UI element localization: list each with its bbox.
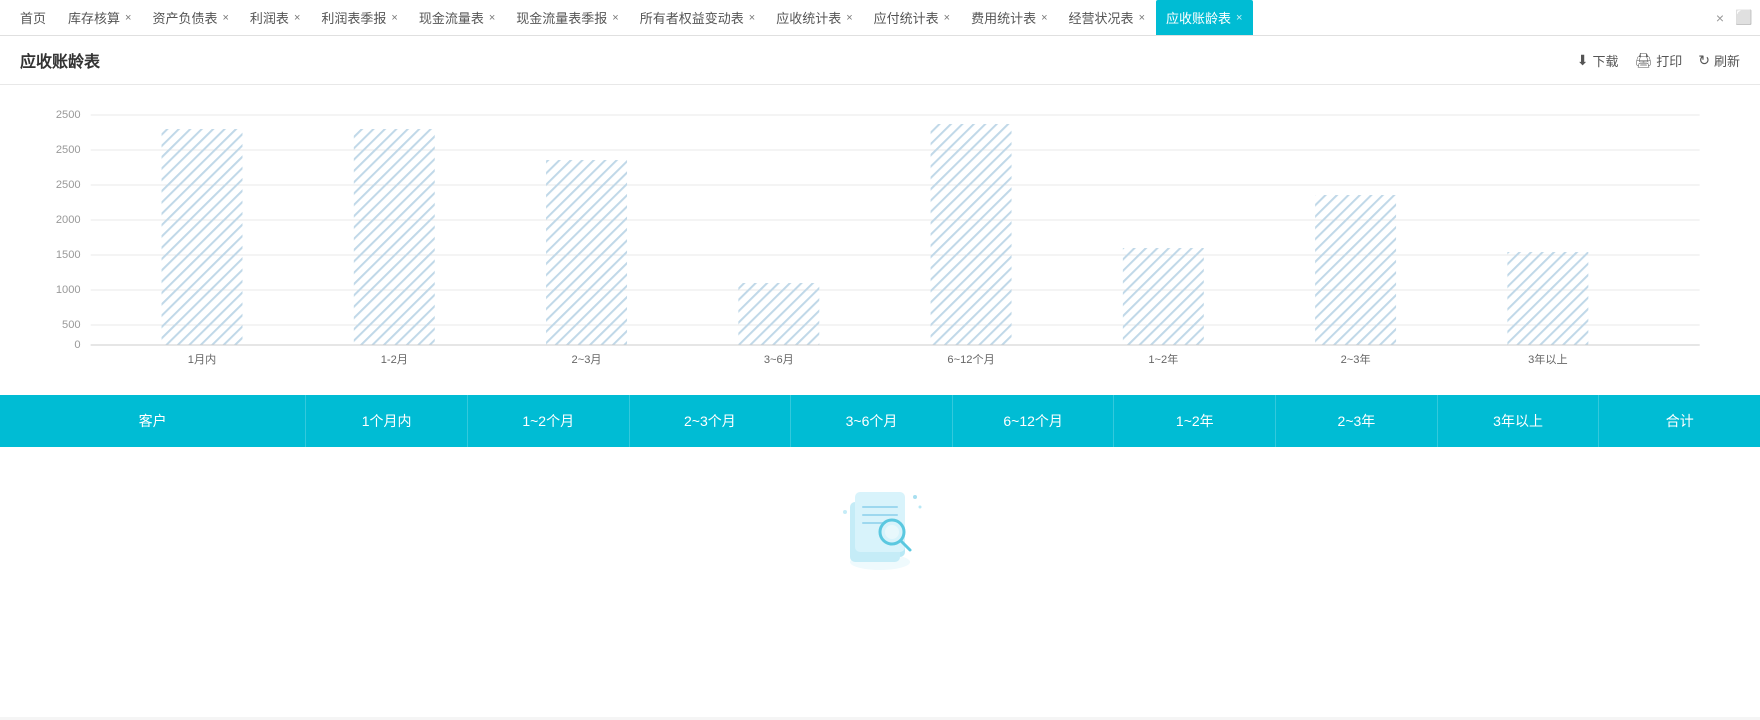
empty-state [830, 477, 930, 580]
tab-close-receivable-stat[interactable]: × [846, 12, 852, 24]
svg-text:3年以上: 3年以上 [1528, 352, 1568, 366]
tab-close-expense-stat[interactable]: × [1041, 12, 1047, 24]
tab-profit-quarterly[interactable]: 利润表季报 × [311, 0, 408, 36]
svg-text:500: 500 [62, 319, 81, 331]
svg-text:2500: 2500 [56, 144, 81, 156]
svg-text:2500: 2500 [56, 109, 81, 121]
print-icon: 🖨 [1634, 52, 1652, 69]
tab-equity[interactable]: 所有者权益变动表 × [630, 0, 766, 36]
bar-3-6月 [738, 283, 819, 345]
bar-1月内 [162, 129, 243, 345]
header-actions: ⬇ 下载 🖨 打印 ↻ 刷新 [1577, 51, 1740, 70]
tab-close-balance[interactable]: × [222, 12, 228, 24]
bar-1-2月 [354, 129, 435, 345]
empty-icon [830, 477, 930, 577]
th-total: 合计 [1599, 395, 1760, 447]
table-header: 客户 1个月内 1~2个月 2~3个月 3~6个月 6~12个月 1~2年 2~… [0, 395, 1760, 447]
svg-text:3~6月: 3~6月 [764, 354, 794, 366]
tab-balance[interactable]: 资产负债表 × [142, 0, 239, 36]
svg-text:1-2月: 1-2月 [381, 354, 408, 366]
table-body [0, 447, 1760, 610]
maximize-button[interactable]: ⬜ [1736, 10, 1752, 26]
tab-close-equity[interactable]: × [749, 12, 755, 24]
minimize-button[interactable]: × [1712, 10, 1728, 26]
th-2-3month: 2~3个月 [630, 395, 792, 447]
svg-text:2~3年: 2~3年 [1341, 352, 1371, 366]
tab-profit[interactable]: 利润表 × [240, 0, 311, 36]
page-title: 应收账龄表 [20, 48, 100, 72]
bar-1-2年 [1123, 248, 1204, 345]
download-button[interactable]: ⬇ 下载 [1577, 51, 1619, 70]
th-3plus-year: 3年以上 [1438, 395, 1600, 447]
svg-text:2~3月: 2~3月 [572, 354, 602, 366]
svg-text:6~12个月: 6~12个月 [947, 353, 994, 366]
tab-receivable-stat[interactable]: 应收统计表 × [766, 0, 863, 36]
tab-inventory[interactable]: 库存核算 × [58, 0, 142, 36]
refresh-button[interactable]: ↻ 刷新 [1698, 51, 1740, 70]
tab-cashflow-quarterly[interactable]: 现金流量表季报 × [506, 0, 629, 36]
bar-chart: 2500 2500 2500 2000 1500 1000 500 0 1月内 [30, 105, 1730, 385]
tab-expense-stat[interactable]: 费用统计表 × [961, 0, 1058, 36]
tab-bar: 首页 库存核算 × 资产负债表 × 利润表 × 利润表季报 × 现金流量表 × … [0, 0, 1760, 36]
bar-2-3月 [546, 160, 627, 345]
th-customer: 客户 [0, 395, 306, 447]
print-button[interactable]: 🖨 打印 [1634, 51, 1682, 70]
tab-close-profit-quarterly[interactable]: × [391, 12, 397, 24]
chart-area: 2500 2500 2500 2000 1500 1000 500 0 1月内 [0, 85, 1760, 395]
th-1-2month: 1~2个月 [468, 395, 630, 447]
svg-text:1月内: 1月内 [188, 352, 216, 366]
bar-2-3年 [1315, 195, 1396, 345]
tab-receivable-aging[interactable]: 应收账龄表 × [1156, 0, 1253, 36]
tab-close-operation[interactable]: × [1139, 12, 1145, 24]
svg-text:0: 0 [74, 339, 80, 351]
svg-text:1000: 1000 [56, 284, 81, 296]
svg-text:2500: 2500 [56, 179, 81, 191]
window-controls: × ⬜ [1712, 10, 1752, 26]
tab-close-inventory[interactable]: × [125, 12, 131, 24]
tab-operation[interactable]: 经营状况表 × [1059, 0, 1156, 36]
tab-close-receivable-aging[interactable]: × [1236, 12, 1242, 24]
svg-text:1~2年: 1~2年 [1148, 352, 1178, 366]
main-content: 2500 2500 2500 2000 1500 1000 500 0 1月内 [0, 85, 1760, 717]
bar-6-12月 [931, 124, 1012, 345]
tab-home[interactable]: 首页 [8, 8, 58, 27]
svg-text:1500: 1500 [56, 249, 81, 261]
tab-close-payable-stat[interactable]: × [944, 12, 950, 24]
th-6-12month: 6~12个月 [953, 395, 1115, 447]
page-header: 应收账龄表 ⬇ 下载 🖨 打印 ↻ 刷新 [0, 36, 1760, 85]
chart-container: 2500 2500 2500 2000 1500 1000 500 0 1月内 [30, 105, 1730, 385]
tab-close-profit[interactable]: × [294, 12, 300, 24]
th-3-6month: 3~6个月 [791, 395, 953, 447]
th-1month: 1个月内 [306, 395, 468, 447]
refresh-icon: ↻ [1698, 52, 1710, 69]
th-1-2year: 1~2年 [1114, 395, 1276, 447]
tab-cashflow[interactable]: 现金流量表 × [409, 0, 506, 36]
th-2-3year: 2~3年 [1276, 395, 1438, 447]
tab-payable-stat[interactable]: 应付统计表 × [864, 0, 961, 36]
download-icon: ⬇ [1577, 52, 1589, 69]
svg-text:2000: 2000 [56, 214, 81, 226]
bar-3年以上 [1507, 252, 1588, 345]
tab-close-cashflow-quarterly[interactable]: × [612, 12, 618, 24]
tab-close-cashflow[interactable]: × [489, 12, 495, 24]
